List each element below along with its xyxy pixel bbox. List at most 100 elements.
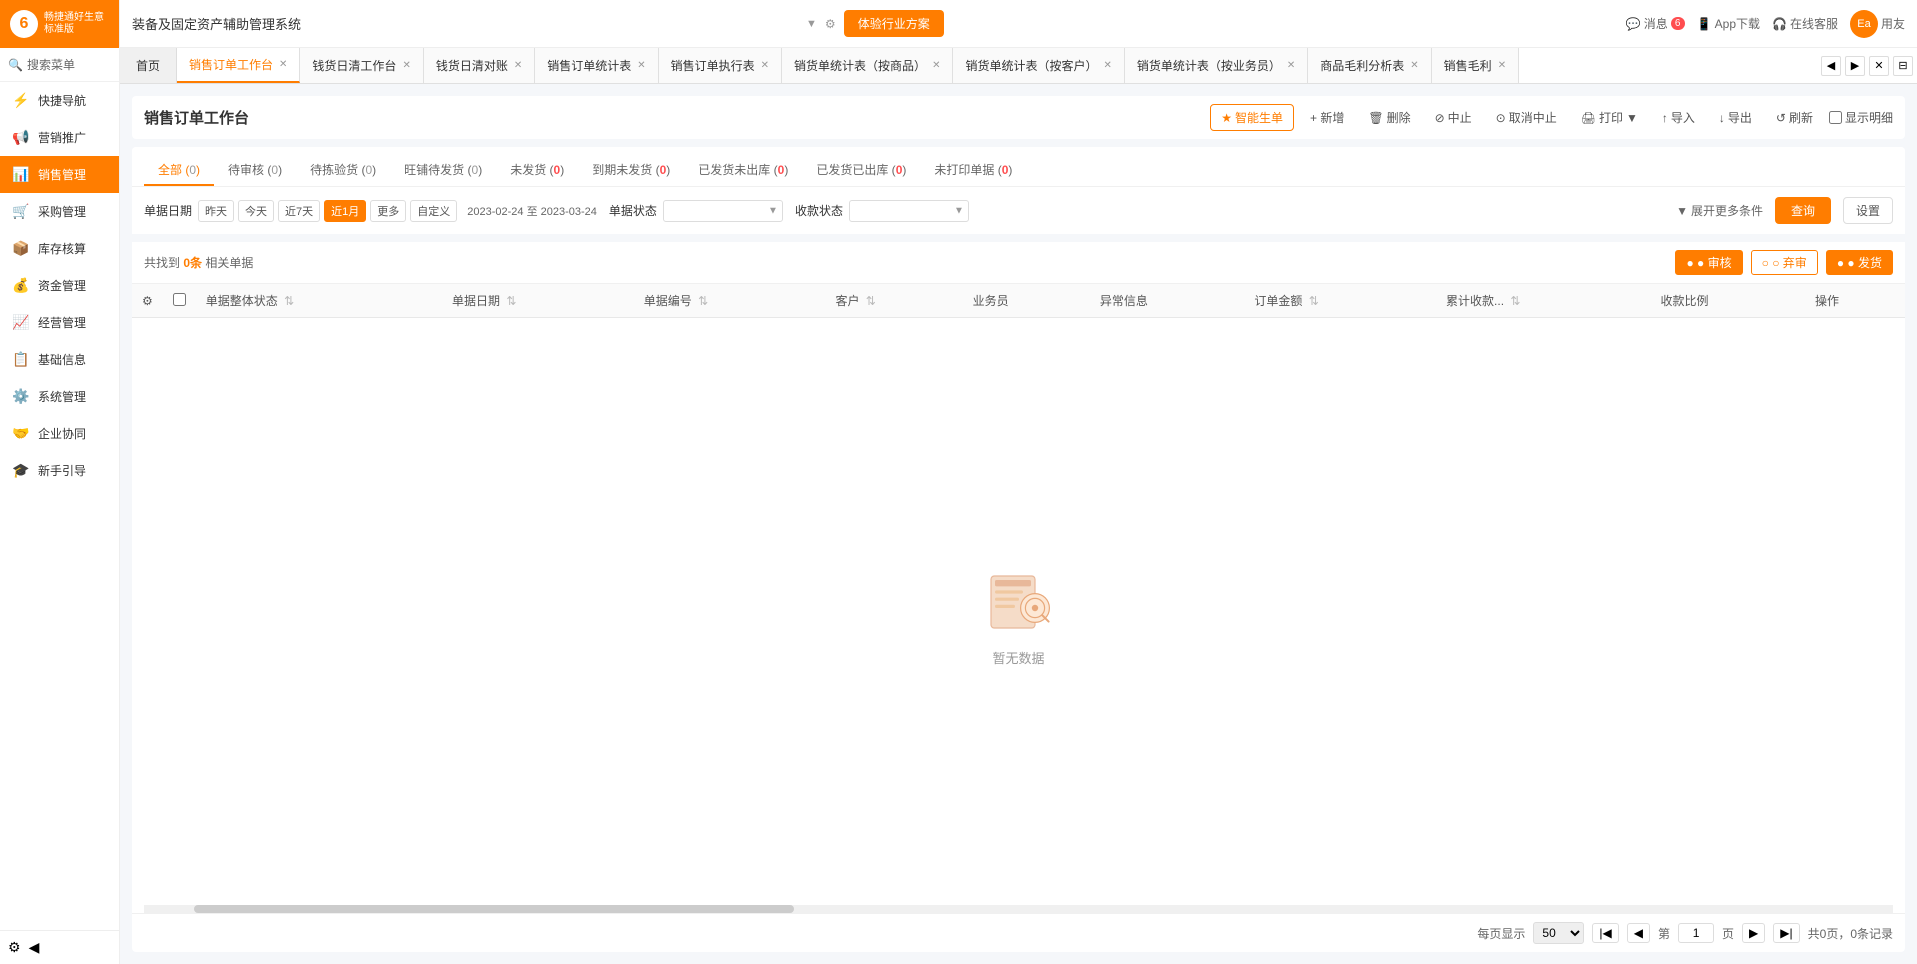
tab-close-icon[interactable]: ✕	[932, 60, 940, 71]
sub-tab-wangpu-ship[interactable]: 旺铺待发货 (0)	[390, 155, 496, 186]
tab-close-icon[interactable]: ✕	[1103, 60, 1111, 71]
tab-close-icon[interactable]: ✕	[279, 59, 287, 70]
sidebar-item-system[interactable]: ⚙️ 系统管理	[0, 378, 119, 415]
tab-sales-sum-staff[interactable]: 销货单统计表（按业务员） ✕	[1125, 48, 1308, 83]
tab-sales-sum-prod[interactable]: 销货单统计表（按商品） ✕	[782, 48, 953, 83]
date-btn-7days[interactable]: 近7天	[278, 200, 320, 222]
reverse-btn[interactable]: ○ ○ 弃审	[1751, 250, 1818, 275]
settings-icon[interactable]: ⚙	[8, 939, 21, 956]
sidebar-item-quick-nav[interactable]: ⚡ 快捷导航	[0, 82, 119, 119]
tab-sales-margin[interactable]: 商品毛利分析表 ✕	[1308, 48, 1431, 83]
tab-sales-exec[interactable]: 销售订单执行表 ✕	[659, 48, 782, 83]
smart-btn[interactable]: ★ 智能生单	[1210, 104, 1294, 131]
sidebar-item-guide[interactable]: 🎓 新手引导	[0, 452, 119, 489]
col-settings-icon[interactable]: ⚙	[142, 294, 153, 308]
tab-close-icon[interactable]: ✕	[1287, 60, 1295, 71]
col-settings[interactable]: ⚙	[132, 284, 163, 318]
show-detail-checkbox[interactable]	[1829, 111, 1842, 124]
date-btn-today[interactable]: 今天	[238, 200, 274, 222]
sub-tab-shipped-not-out[interactable]: 已发货未出库 (0)	[684, 155, 802, 186]
col-number[interactable]: 单据编号 ⇅	[634, 284, 826, 318]
sub-tab-not-shipped[interactable]: 未发货 (0)	[496, 155, 578, 186]
sidebar-item-finance[interactable]: 💰 资金管理	[0, 267, 119, 304]
show-detail-check[interactable]: 显示明细	[1829, 109, 1893, 126]
delete-btn[interactable]: 🗑 删除	[1360, 105, 1418, 130]
tab-sales-workbench[interactable]: 销售订单工作台 ✕	[177, 48, 300, 83]
tab-home[interactable]: 首页	[120, 48, 177, 83]
set-btn[interactable]: 设置	[1843, 197, 1893, 224]
print-btn[interactable]: 🖨 打印 ▼	[1573, 105, 1646, 130]
new-btn[interactable]: + 新增	[1302, 105, 1352, 130]
tab-close-icon[interactable]: ✕	[637, 60, 645, 71]
payment-select[interactable]	[849, 200, 969, 222]
date-btn-custom[interactable]: 自定义	[410, 200, 457, 222]
message-action[interactable]: 💬 消息 6	[1626, 15, 1685, 32]
tab-sales-more[interactable]: 销售毛利 ✕	[1432, 48, 1519, 83]
export-btn[interactable]: ↓ 导出	[1711, 105, 1760, 130]
sidebar-item-sales[interactable]: 📊 销售管理	[0, 156, 119, 193]
date-btn-1month[interactable]: 近1月	[324, 200, 366, 222]
tab-close-icon[interactable]: ✕	[402, 60, 410, 71]
status-select[interactable]	[663, 200, 783, 222]
tab-close-icon[interactable]: ✕	[514, 60, 522, 71]
sidebar-item-inventory[interactable]: 📦 库存核算	[0, 230, 119, 267]
date-btn-more[interactable]: 更多	[370, 200, 406, 222]
tab-sales-sum-cust[interactable]: 销货单统计表（按客户） ✕	[953, 48, 1124, 83]
collapse-icon[interactable]: ◀	[29, 939, 40, 956]
sidebar-search[interactable]: 🔍 搜索菜单	[0, 48, 119, 82]
tab-close-icon[interactable]: ✕	[761, 60, 769, 71]
sidebar-item-operations[interactable]: 📈 经营管理	[0, 304, 119, 341]
user-action[interactable]: Ea 用友	[1850, 10, 1905, 38]
industry-btn[interactable]: 体验行业方案	[844, 10, 944, 37]
app-download-action[interactable]: 📱 App下载	[1697, 15, 1760, 32]
sidebar-item-basic-info[interactable]: 📋 基础信息	[0, 341, 119, 378]
tab-next-btn[interactable]: ▶	[1845, 56, 1865, 76]
sidebar-item-purchase[interactable]: 🛒 采购管理	[0, 193, 119, 230]
page-input[interactable]	[1678, 923, 1714, 943]
tab-menu-btn[interactable]: ⊟	[1893, 56, 1913, 76]
sub-tab-overdue[interactable]: 到期未发货 (0)	[578, 155, 684, 186]
col-date[interactable]: 单据日期 ⇅	[442, 284, 634, 318]
sub-tab-pending-check[interactable]: 待拣验货 (0)	[296, 155, 390, 186]
sub-tab-pending-review[interactable]: 待审核 (0)	[214, 155, 296, 186]
sub-tab-all[interactable]: 全部 (0)	[144, 155, 214, 186]
cancel-stop-btn[interactable]: ⊙ 取消中止	[1488, 105, 1565, 130]
online-service-action[interactable]: 🎧 在线客服	[1772, 15, 1838, 32]
tab-close-all-btn[interactable]: ✕	[1869, 56, 1889, 76]
col-amount[interactable]: 订单金额 ⇅	[1244, 284, 1436, 318]
last-page-btn[interactable]: ▶|	[1773, 923, 1799, 943]
import-btn[interactable]: ↑ 导入	[1654, 105, 1703, 130]
sub-tab-shipped-out[interactable]: 已发货已出库 (0)	[802, 155, 920, 186]
sidebar-item-enterprise[interactable]: 🤝 企业协同	[0, 415, 119, 452]
scrollbar-thumb[interactable]	[194, 905, 794, 913]
col-collected[interactable]: 累计收款... ⇅	[1436, 284, 1650, 318]
first-page-btn[interactable]: |◀	[1592, 923, 1618, 943]
sub-tab-not-printed[interactable]: 未打印单据 (0)	[920, 155, 1026, 186]
page-size-select[interactable]: 50 20 100	[1533, 922, 1584, 944]
tab-close-icon[interactable]: ✕	[1410, 60, 1418, 71]
tab-sales-stat[interactable]: 销售订单统计表 ✕	[535, 48, 658, 83]
sidebar-item-label: 营销推广	[38, 129, 86, 146]
tab-cash-reconcile[interactable]: 钱货日清对账 ✕	[424, 48, 535, 83]
next-page-btn[interactable]: ▶	[1742, 923, 1765, 943]
scrollbar-area[interactable]	[144, 905, 1893, 913]
expand-filter-btn[interactable]: ▼ 展开更多条件	[1676, 202, 1763, 219]
settings-icon[interactable]: ⚙	[825, 17, 836, 31]
ship-btn[interactable]: ● ● 发货	[1826, 250, 1893, 275]
dropdown-icon[interactable]: ▼	[806, 18, 817, 30]
sidebar-item-marketing[interactable]: 📢 营销推广	[0, 119, 119, 156]
tab-close-icon[interactable]: ✕	[1498, 60, 1506, 71]
refresh-btn[interactable]: ↺ 刷新	[1768, 105, 1821, 130]
prev-page-btn[interactable]: ◀	[1627, 923, 1650, 943]
sub-tabs: 全部 (0) 待审核 (0) 待拣验货 (0) 旺铺待发货 (0) 未发货	[132, 147, 1905, 186]
query-btn[interactable]: 查询	[1775, 197, 1831, 224]
tab-cash-daily[interactable]: 钱货日清工作台 ✕	[300, 48, 423, 83]
date-btn-yesterday[interactable]: 昨天	[198, 200, 234, 222]
page-actions: ★ 智能生单 + 新增 🗑 删除 ⊘ 中止 ⊙ 取消中止 🖨	[1210, 104, 1893, 131]
audit-btn[interactable]: ● ● 审核	[1675, 250, 1742, 275]
col-customer[interactable]: 客户 ⇅	[825, 284, 962, 318]
stop-btn[interactable]: ⊘ 中止	[1427, 105, 1480, 130]
system-icon: ⚙️	[12, 388, 30, 405]
select-all-checkbox[interactable]	[173, 293, 186, 306]
tab-prev-btn[interactable]: ◀	[1821, 56, 1841, 76]
